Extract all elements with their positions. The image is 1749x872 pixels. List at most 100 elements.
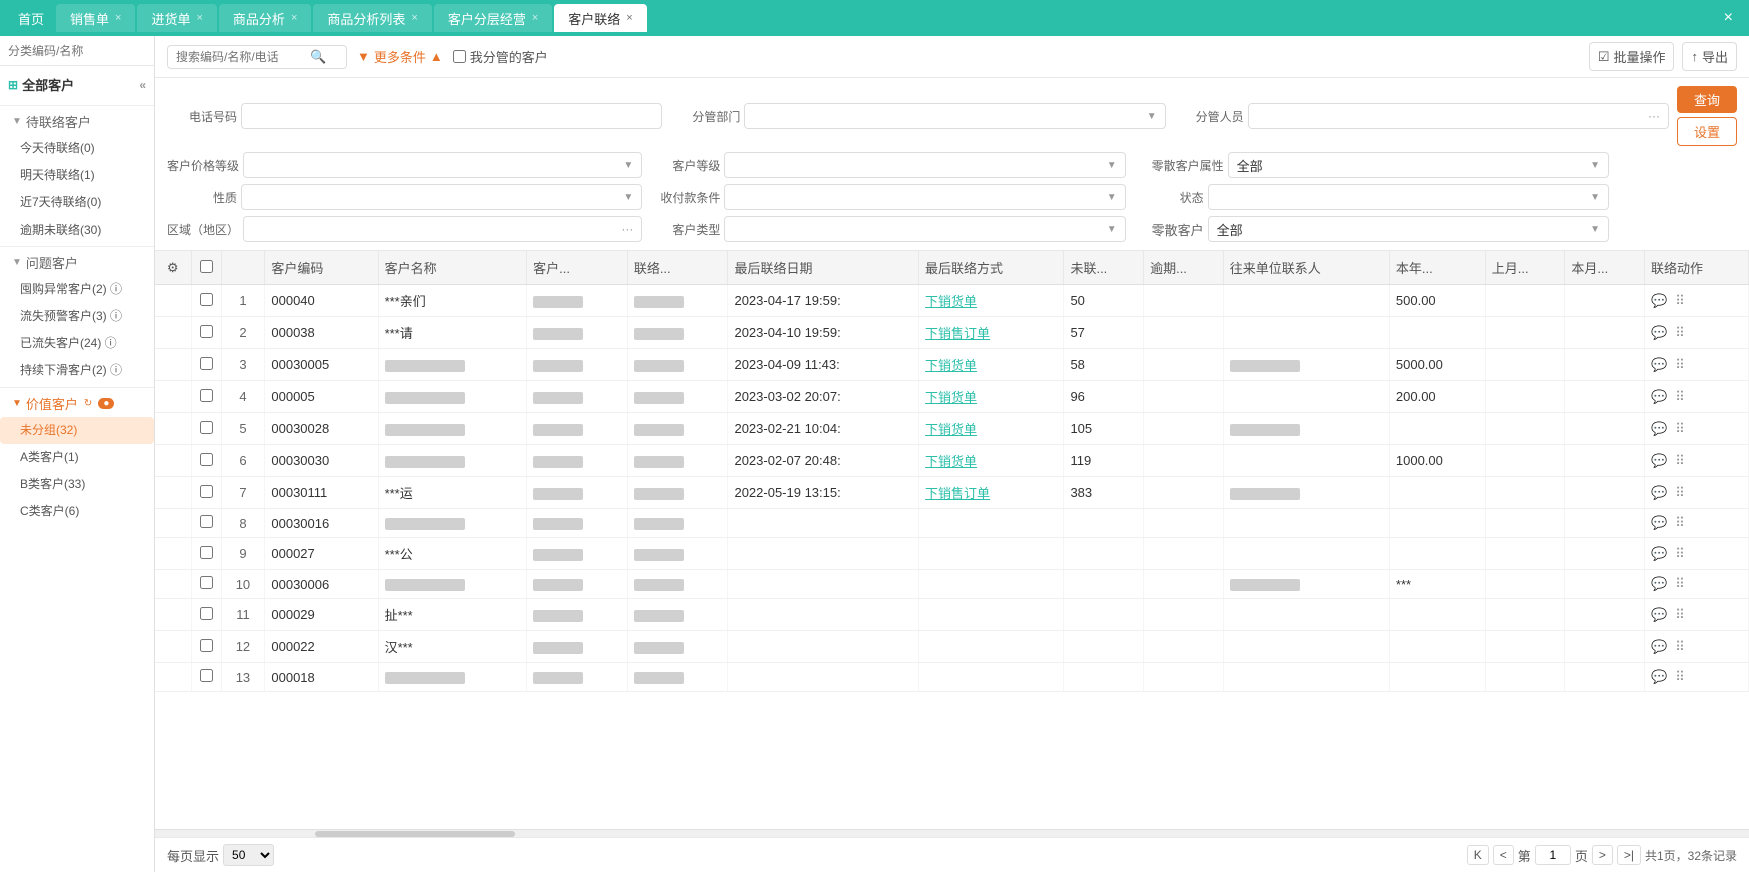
filter-search-icon[interactable]: 🔍 [310, 49, 326, 65]
td-check[interactable] [191, 663, 221, 692]
my-customers-checkbox[interactable]: 我分管的客户 [453, 47, 548, 66]
more-icon[interactable]: ⠿ [1675, 421, 1685, 437]
custtype-select[interactable]: ▼ [724, 216, 1125, 242]
sidebar-value-header[interactable]: ▼ 价值客户 ↻ ● [0, 390, 154, 417]
contact-icon[interactable]: 💬 [1651, 389, 1667, 405]
per-page-select[interactable]: 50 100 [223, 844, 274, 866]
page-number-input[interactable] [1535, 845, 1571, 865]
check-all[interactable] [200, 260, 213, 273]
sidebar-item-churned[interactable]: 已流失客户(24) ⓘ [0, 330, 154, 357]
row-check-0[interactable] [200, 293, 213, 306]
gender-select[interactable]: ▼ [241, 184, 642, 210]
export-btn[interactable]: ↑ 导出 [1682, 42, 1737, 71]
nav-tab-sales[interactable]: 销售单 × [56, 4, 135, 32]
th-name[interactable]: 客户名称 [378, 251, 527, 285]
row-check-9[interactable] [200, 576, 213, 589]
sidebar-item-a-class[interactable]: A类客户(1) [0, 444, 154, 471]
contact-icon[interactable]: 💬 [1651, 357, 1667, 373]
td-check[interactable] [191, 445, 221, 477]
contact-icon[interactable]: 💬 [1651, 546, 1667, 562]
contact-icon[interactable]: 💬 [1651, 576, 1667, 592]
td-check[interactable] [191, 538, 221, 570]
row-check-11[interactable] [200, 639, 213, 652]
td-check[interactable] [191, 381, 221, 413]
more-icon[interactable]: ⠿ [1675, 515, 1685, 531]
contact-icon[interactable]: 💬 [1651, 453, 1667, 469]
area-select[interactable]: ··· [243, 216, 642, 242]
th-check[interactable] [191, 251, 221, 285]
td-check[interactable] [191, 317, 221, 349]
nav-home[interactable]: 首页 [8, 9, 54, 28]
status-select[interactable]: ▼ [1208, 184, 1609, 210]
more-icon[interactable]: ⠿ [1675, 389, 1685, 405]
manager-select[interactable]: ··· [1248, 103, 1669, 129]
more-icon[interactable]: ⠿ [1675, 485, 1685, 501]
more-icon[interactable]: ⠿ [1675, 325, 1685, 341]
close-purchase-tab[interactable]: × [196, 12, 202, 24]
more-icon[interactable]: ⠿ [1675, 607, 1685, 623]
phone-input[interactable] [241, 103, 662, 129]
row-check-10[interactable] [200, 607, 213, 620]
row-check-7[interactable] [200, 515, 213, 528]
pricelevel-select[interactable]: ▼ [243, 152, 642, 178]
nav-tab-analysis[interactable]: 商品分析 × [219, 4, 311, 32]
td-check[interactable] [191, 477, 221, 509]
retail-select[interactable]: 全部 ▼ [1208, 216, 1609, 242]
more-icon[interactable]: ⠿ [1675, 357, 1685, 373]
row-check-8[interactable] [200, 546, 213, 559]
close-customer-contact-tab[interactable]: × [626, 12, 632, 24]
nav-tab-customer-mgr[interactable]: 客户分层经营 × [434, 4, 552, 32]
dept-select[interactable]: ▼ [744, 103, 1165, 129]
row-check-6[interactable] [200, 485, 213, 498]
sidebar-item-overdue[interactable]: 逾期未联络(30) [0, 217, 154, 244]
more-icon[interactable]: ⠿ [1675, 293, 1685, 309]
close-analysis-tab[interactable]: × [291, 12, 297, 24]
more-icon[interactable]: ⠿ [1675, 669, 1685, 685]
more-icon[interactable]: ⠿ [1675, 576, 1685, 592]
close-customer-mgr-tab[interactable]: × [532, 12, 538, 24]
row-check-12[interactable] [200, 669, 213, 682]
sidebar-problem-header[interactable]: ▼ 问题客户 [0, 249, 154, 276]
my-customers-check[interactable] [453, 50, 466, 63]
level-select[interactable]: ▼ [724, 152, 1125, 178]
close-sales-tab[interactable]: × [115, 12, 121, 24]
td-check[interactable] [191, 509, 221, 538]
contact-icon[interactable]: 💬 [1651, 669, 1667, 685]
row-check-4[interactable] [200, 421, 213, 434]
nav-tab-analysis-list[interactable]: 商品分析列表 × [313, 4, 431, 32]
retail-attr-select[interactable]: 全部 ▼ [1228, 152, 1609, 178]
last-page-btn[interactable]: >| [1617, 845, 1641, 865]
prev-page-btn[interactable]: < [1493, 845, 1514, 865]
next-page-btn[interactable]: > [1592, 845, 1613, 865]
td-check[interactable] [191, 570, 221, 599]
contact-icon[interactable]: 💬 [1651, 325, 1667, 341]
sidebar-all-customers[interactable]: ⊞ 全部客户 « [0, 70, 154, 99]
nav-tab-purchase[interactable]: 进货单 × [137, 4, 216, 32]
more-icon[interactable]: ⠿ [1675, 639, 1685, 655]
sidebar-pending-header[interactable]: ▼ 待联络客户 [0, 108, 154, 135]
query-btn[interactable]: 查询 [1677, 86, 1737, 113]
contact-icon[interactable]: 💬 [1651, 293, 1667, 309]
sidebar-item-today[interactable]: 今天待联络(0) [0, 135, 154, 162]
td-check[interactable] [191, 599, 221, 631]
sidebar-item-b-class[interactable]: B类客户(33) [0, 471, 154, 498]
sidebar-item-abnormal[interactable]: 囤购异常客户(2) ⓘ [0, 276, 154, 303]
td-check[interactable] [191, 285, 221, 317]
row-check-1[interactable] [200, 325, 213, 338]
row-check-2[interactable] [200, 357, 213, 370]
reset-btn[interactable]: 设置 [1677, 117, 1737, 146]
th-code[interactable]: 客户编码 [265, 251, 378, 285]
sidebar-item-c-class[interactable]: C类客户(6) [0, 498, 154, 525]
horizontal-scrollbar[interactable] [315, 831, 515, 837]
filter-search-box[interactable]: 🔍 [167, 45, 347, 69]
contact-icon[interactable]: 💬 [1651, 485, 1667, 501]
contact-icon[interactable]: 💬 [1651, 639, 1667, 655]
filter-more-btn[interactable]: ▼ 更多条件 ▲ [357, 47, 443, 66]
contact-icon[interactable]: 💬 [1651, 421, 1667, 437]
sidebar-item-tomorrow[interactable]: 明天待联络(1) [0, 162, 154, 189]
th-setting[interactable]: ⚙ [155, 251, 191, 285]
td-check[interactable] [191, 631, 221, 663]
contact-icon[interactable]: 💬 [1651, 607, 1667, 623]
window-close-btn[interactable]: × [1716, 9, 1741, 27]
close-analysis-list-tab[interactable]: × [411, 12, 417, 24]
